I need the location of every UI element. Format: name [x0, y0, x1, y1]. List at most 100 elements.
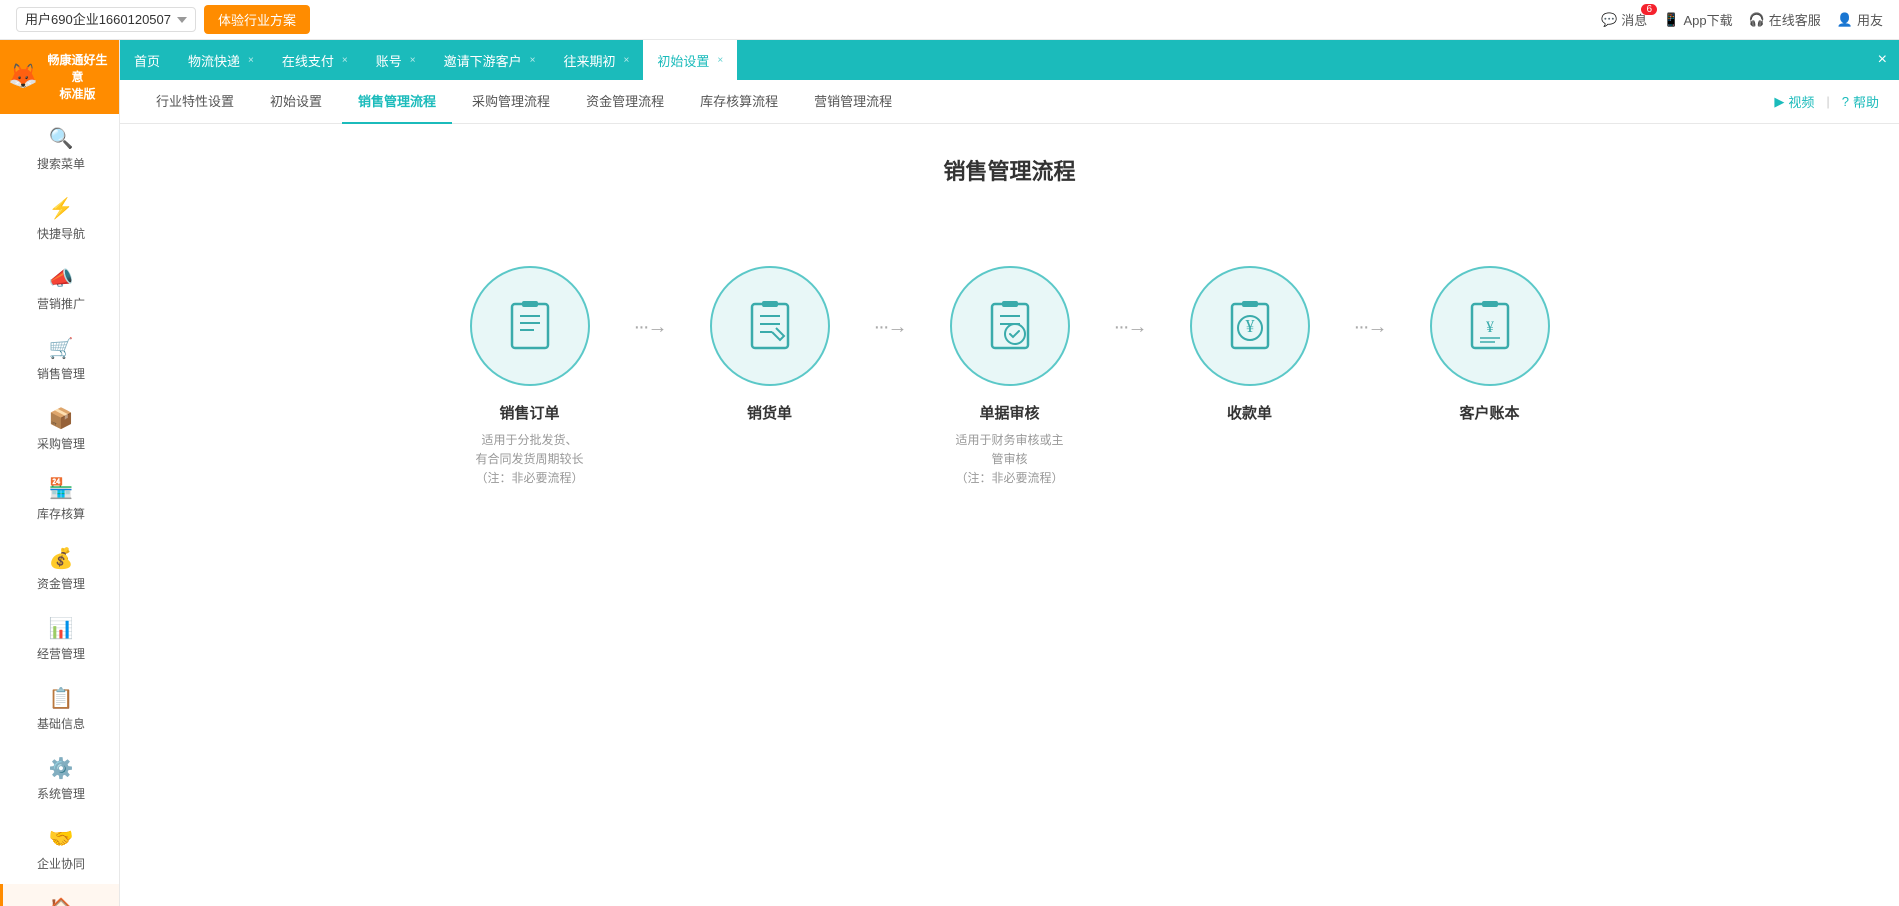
content-area: 销售管理流程 销售订单 适用于分批发货、有合同发货周期较长（注：非必要流程） — [120, 124, 1899, 906]
sidebar-item-enterprise[interactable]: 🤝 企业协同 — [0, 814, 119, 884]
logo-icon: 🦊 — [8, 60, 38, 94]
flow-diagram: 销售订单 适用于分批发货、有合同发货周期较长（注：非必要流程） ···→ — [160, 246, 1859, 509]
sidebar-item-purchase[interactable]: 📦 采购管理 — [0, 394, 119, 464]
enterprise-icon: 🤝 — [49, 826, 74, 851]
nav-item-init[interactable]: 初始设置 × — [643, 40, 737, 80]
nav-close-invite[interactable]: × — [530, 55, 536, 66]
app-icon: 📱 — [1663, 12, 1679, 28]
svg-text:¥: ¥ — [1245, 316, 1254, 336]
sidebar: 🦊 畅康通好生意 标准版 🔍 搜索菜单 ⚡ 快捷导航 📣 营销推广 🛒 销售管理… — [0, 40, 120, 906]
subtab-label-industry: 行业特性设置 — [156, 91, 234, 110]
step-name-invoice: 销货单 — [747, 402, 792, 423]
flow-step-approval[interactable]: 单据审核 适用于财务审核或主管审核（注：非必要流程） — [920, 266, 1100, 489]
nav-close-logistics[interactable]: × — [248, 55, 254, 66]
app-download-item[interactable]: 📱 App下载 — [1663, 10, 1732, 29]
sidebar-item-marketing[interactable]: 📣 营销推广 — [0, 254, 119, 324]
logo-line2: 标准版 — [44, 86, 111, 103]
sidebar-item-guide[interactable]: 🏠 新手引导 — [0, 884, 119, 906]
marketing-icon: 📣 — [49, 266, 74, 291]
sidebar-logo: 🦊 畅康通好生意 标准版 — [0, 40, 119, 114]
main-content: 行业特性设置 初始设置 销售管理流程 采购管理流程 资金管理流程 库存核算流程 … — [120, 80, 1899, 906]
subtab-label-inventory-flow: 库存核算流程 — [700, 91, 778, 110]
user-select[interactable]: 用户690企业1660120507 — [16, 7, 196, 32]
sales-order-icon — [500, 296, 560, 356]
sidebar-item-sales[interactable]: 🛒 销售管理 — [0, 324, 119, 394]
nav-item-account[interactable]: 账号 × — [362, 40, 430, 80]
system-icon: ⚙️ — [49, 756, 74, 781]
sales-icon: 🛒 — [49, 336, 74, 361]
page-title: 销售管理流程 — [160, 154, 1859, 186]
subtab-label-marketing-flow: 营销管理流程 — [814, 91, 892, 110]
nav-close-payment[interactable]: × — [342, 55, 348, 66]
finance-icon: 💰 — [49, 546, 74, 571]
sidebar-label-system: 系统管理 — [37, 785, 85, 802]
arrow-1: ···→ — [620, 266, 680, 339]
nav-item-logistics[interactable]: 物流快递 × — [174, 40, 268, 80]
headset-icon: 🎧 — [1749, 12, 1765, 28]
subtab-label-purchase-flow: 采购管理流程 — [472, 91, 550, 110]
nav-close-period[interactable]: × — [623, 55, 629, 66]
nav-close-init[interactable]: × — [717, 55, 723, 66]
nav-item-payment[interactable]: 在线支付 × — [268, 40, 362, 80]
user-menu-item[interactable]: 👤 用友 — [1837, 10, 1883, 29]
sub-tabs: 行业特性设置 初始设置 销售管理流程 采购管理流程 资金管理流程 库存核算流程 … — [120, 80, 1899, 124]
trial-button[interactable]: 体验行业方案 — [204, 5, 310, 34]
step-name-receipt: 收款单 — [1227, 402, 1272, 423]
online-service-item[interactable]: 🎧 在线客服 — [1749, 10, 1821, 29]
subtab-initial[interactable]: 初始设置 — [254, 80, 338, 124]
sidebar-item-basic[interactable]: 📋 基础信息 — [0, 674, 119, 744]
step-name-approval: 单据审核 — [979, 402, 1039, 423]
app-download-label: App下载 — [1683, 10, 1732, 29]
approval-icon — [980, 296, 1040, 356]
sidebar-item-finance[interactable]: 💰 资金管理 — [0, 534, 119, 604]
subtab-actions: ▶ 视频 | ? 帮助 — [1774, 92, 1879, 111]
quick-icon: ⚡ — [49, 196, 74, 221]
nav-item-invite[interactable]: 邀请下游客户 × — [430, 40, 550, 80]
help-link[interactable]: ? 帮助 — [1842, 92, 1879, 111]
flow-step-ledger[interactable]: ¥ 客户账本 — [1400, 266, 1580, 431]
logo-line1: 畅康通好生意 — [44, 52, 111, 86]
purchase-icon: 📦 — [49, 406, 74, 431]
sidebar-label-search: 搜索菜单 — [37, 155, 85, 172]
sidebar-item-quick[interactable]: ⚡ 快捷导航 — [0, 184, 119, 254]
arrow-3: ···→ — [1100, 266, 1160, 339]
sidebar-item-system[interactable]: ⚙️ 系统管理 — [0, 744, 119, 814]
sidebar-label-operations: 经营管理 — [37, 645, 85, 662]
flow-circle-approval — [950, 266, 1070, 386]
sidebar-label-marketing: 营销推广 — [37, 295, 85, 312]
message-icon: 💬 — [1601, 12, 1617, 28]
flow-step-invoice[interactable]: 销货单 — [680, 266, 860, 431]
subtab-fund-flow[interactable]: 资金管理流程 — [570, 80, 680, 124]
message-icon-item[interactable]: 💬 消息 6 — [1601, 10, 1647, 29]
nav-close-account[interactable]: × — [410, 55, 416, 66]
receipt-icon: ¥ — [1220, 296, 1280, 356]
nav-item-home[interactable]: 首页 — [120, 40, 174, 80]
nav-label-invite: 邀请下游客户 — [444, 51, 522, 70]
nav-label-account: 账号 — [376, 51, 402, 70]
nav-label-logistics: 物流快递 — [188, 51, 240, 70]
divider: | — [1826, 94, 1829, 109]
subtab-industry[interactable]: 行业特性设置 — [140, 80, 250, 124]
flow-step-receipt[interactable]: ¥ 收款单 — [1160, 266, 1340, 431]
subtab-purchase-flow[interactable]: 采购管理流程 — [456, 80, 566, 124]
play-icon: ▶ — [1774, 94, 1784, 110]
flow-circle-invoice — [710, 266, 830, 386]
sidebar-item-search[interactable]: 🔍 搜索菜单 — [0, 114, 119, 184]
guide-icon: 🏠 — [49, 896, 74, 906]
subtab-sales-flow[interactable]: 销售管理流程 — [342, 80, 452, 124]
header-right: 💬 消息 6 📱 App下载 🎧 在线客服 👤 用友 — [1601, 10, 1883, 29]
nav-item-period[interactable]: 往来期初 × — [549, 40, 643, 80]
video-link[interactable]: ▶ 视频 — [1774, 92, 1814, 111]
flow-step-sales-order[interactable]: 销售订单 适用于分批发货、有合同发货周期较长（注：非必要流程） — [440, 266, 620, 489]
nav-close-all-button[interactable]: × — [1866, 51, 1899, 69]
svg-text:¥: ¥ — [1486, 319, 1494, 336]
subtab-marketing-flow[interactable]: 营销管理流程 — [798, 80, 908, 124]
arrow-2: ···→ — [860, 266, 920, 339]
top-header: 用户690企业1660120507 体验行业方案 💬 消息 6 📱 App下载 … — [0, 0, 1899, 40]
subtab-inventory-flow[interactable]: 库存核算流程 — [684, 80, 794, 124]
sidebar-item-inventory[interactable]: 🏪 库存核算 — [0, 464, 119, 534]
step-name-sales-order: 销售订单 — [499, 402, 559, 423]
flow-circle-sales-order — [470, 266, 590, 386]
sidebar-item-operations[interactable]: 📊 经营管理 — [0, 604, 119, 674]
help-label: 帮助 — [1853, 92, 1879, 111]
